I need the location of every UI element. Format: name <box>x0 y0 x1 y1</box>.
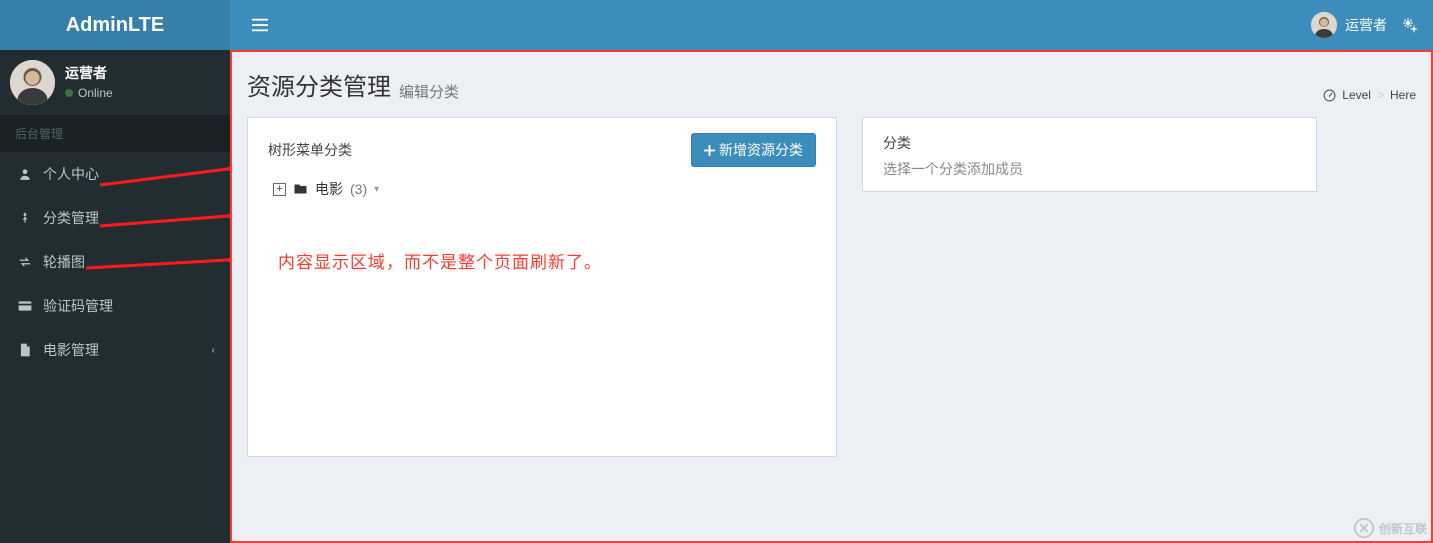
watermark-text: 创新互联 <box>1379 520 1427 537</box>
breadcrumb: Level > Here <box>1323 88 1416 102</box>
file-icon <box>15 343 35 357</box>
sidebar-toggle-button[interactable] <box>245 10 275 40</box>
watermark: 创新互联 <box>1353 517 1427 539</box>
page-title: 资源分类管理 <box>247 67 391 102</box>
category-panel: 分类 选择一个分类添加成员 <box>862 117 1317 192</box>
caret-down-icon[interactable]: ▾ <box>374 184 379 195</box>
sidebar-item-carousel[interactable]: 轮播图 <box>0 240 230 284</box>
dashboard-icon <box>1323 89 1336 102</box>
sidebar-user-status-text: Online <box>78 86 113 100</box>
breadcrumb-here: Here <box>1390 88 1416 102</box>
breadcrumb-separator: > <box>1377 88 1384 102</box>
add-category-button-label: 新增资源分类 <box>719 140 803 160</box>
navbar-user-name: 运营者 <box>1345 15 1387 35</box>
content-wrapper: 资源分类管理 编辑分类 Level > Here 树形菜单分类 新增资源分类 + <box>230 50 1433 543</box>
folder-icon <box>293 183 308 195</box>
brand-logo[interactable]: AdminLTE <box>0 0 230 50</box>
add-category-button[interactable]: 新增资源分类 <box>691 133 816 167</box>
sidebar-user-status: Online <box>65 86 113 100</box>
sidebar-item-category-manage[interactable]: 分类管理 <box>0 196 230 240</box>
plus-icon <box>704 145 715 156</box>
sidebar-item-label: 分类管理 <box>43 208 99 228</box>
card-icon <box>15 300 35 312</box>
category-panel-hint: 选择一个分类添加成员 <box>883 159 1296 179</box>
sidebar-user-name: 运营者 <box>65 65 113 82</box>
avatar-image-icon <box>10 60 55 105</box>
tree-panel-title: 树形菜单分类 <box>268 140 352 160</box>
sidebar-item-personal-center[interactable]: 个人中心 <box>0 152 230 196</box>
avatar <box>10 60 55 105</box>
sidebar-item-label: 电影管理 <box>43 340 99 360</box>
sidebar-item-label: 个人中心 <box>43 164 99 184</box>
category-panel-title: 分类 <box>883 133 1296 153</box>
sidebar-item-label: 轮播图 <box>43 252 85 272</box>
navbar-user-menu[interactable]: 运营者 <box>1311 12 1387 38</box>
watermark-logo-icon <box>1353 517 1375 539</box>
breadcrumb-level[interactable]: Level <box>1342 88 1371 102</box>
sidebar-section-header: 后台管理 <box>0 115 230 152</box>
chevron-left-icon: ‹ <box>212 345 215 356</box>
tree-node-root[interactable]: + 电影 (3) ▾ <box>268 179 816 199</box>
avatar-image-icon <box>1311 12 1337 38</box>
avatar <box>1311 12 1337 38</box>
sidebar-item-movie-manage[interactable]: 电影管理 ‹ <box>0 328 230 372</box>
annotation-text: 内容显示区域，而不是整个页面刷新了。 <box>278 248 602 273</box>
online-status-icon <box>65 89 73 97</box>
hamburger-icon <box>252 18 268 32</box>
content-header: 资源分类管理 编辑分类 Level > Here <box>232 52 1431 102</box>
tree-panel: 树形菜单分类 新增资源分类 + 电影 (3) ▾ 内容显示区域，而不是整个页面刷… <box>247 117 837 457</box>
gears-icon <box>1402 17 1418 33</box>
tree-node-label: 电影 <box>315 179 343 199</box>
sidebar-item-captcha-manage[interactable]: 验证码管理 <box>0 284 230 328</box>
user-icon <box>15 167 35 181</box>
top-navbar: 运营者 <box>230 0 1433 50</box>
sidebar: AdminLTE 运营者 Online 后台管理 个人中心 <box>0 0 230 543</box>
sidebar-menu: 个人中心 分类管理 轮播图 验证码管理 电影管理 ‹ <box>0 152 230 372</box>
content-body: 树形菜单分类 新增资源分类 + 电影 (3) ▾ 内容显示区域，而不是整个页面刷… <box>232 102 1431 472</box>
tree-node-count: (3) <box>350 181 367 197</box>
exchange-icon <box>15 255 35 269</box>
sidebar-user-panel: 运营者 Online <box>0 50 230 115</box>
tree-icon <box>15 211 35 225</box>
expand-toggle-icon[interactable]: + <box>273 183 286 196</box>
page-subtitle: 编辑分类 <box>399 81 459 102</box>
settings-button[interactable] <box>1402 17 1418 33</box>
sidebar-item-label: 验证码管理 <box>43 296 113 316</box>
